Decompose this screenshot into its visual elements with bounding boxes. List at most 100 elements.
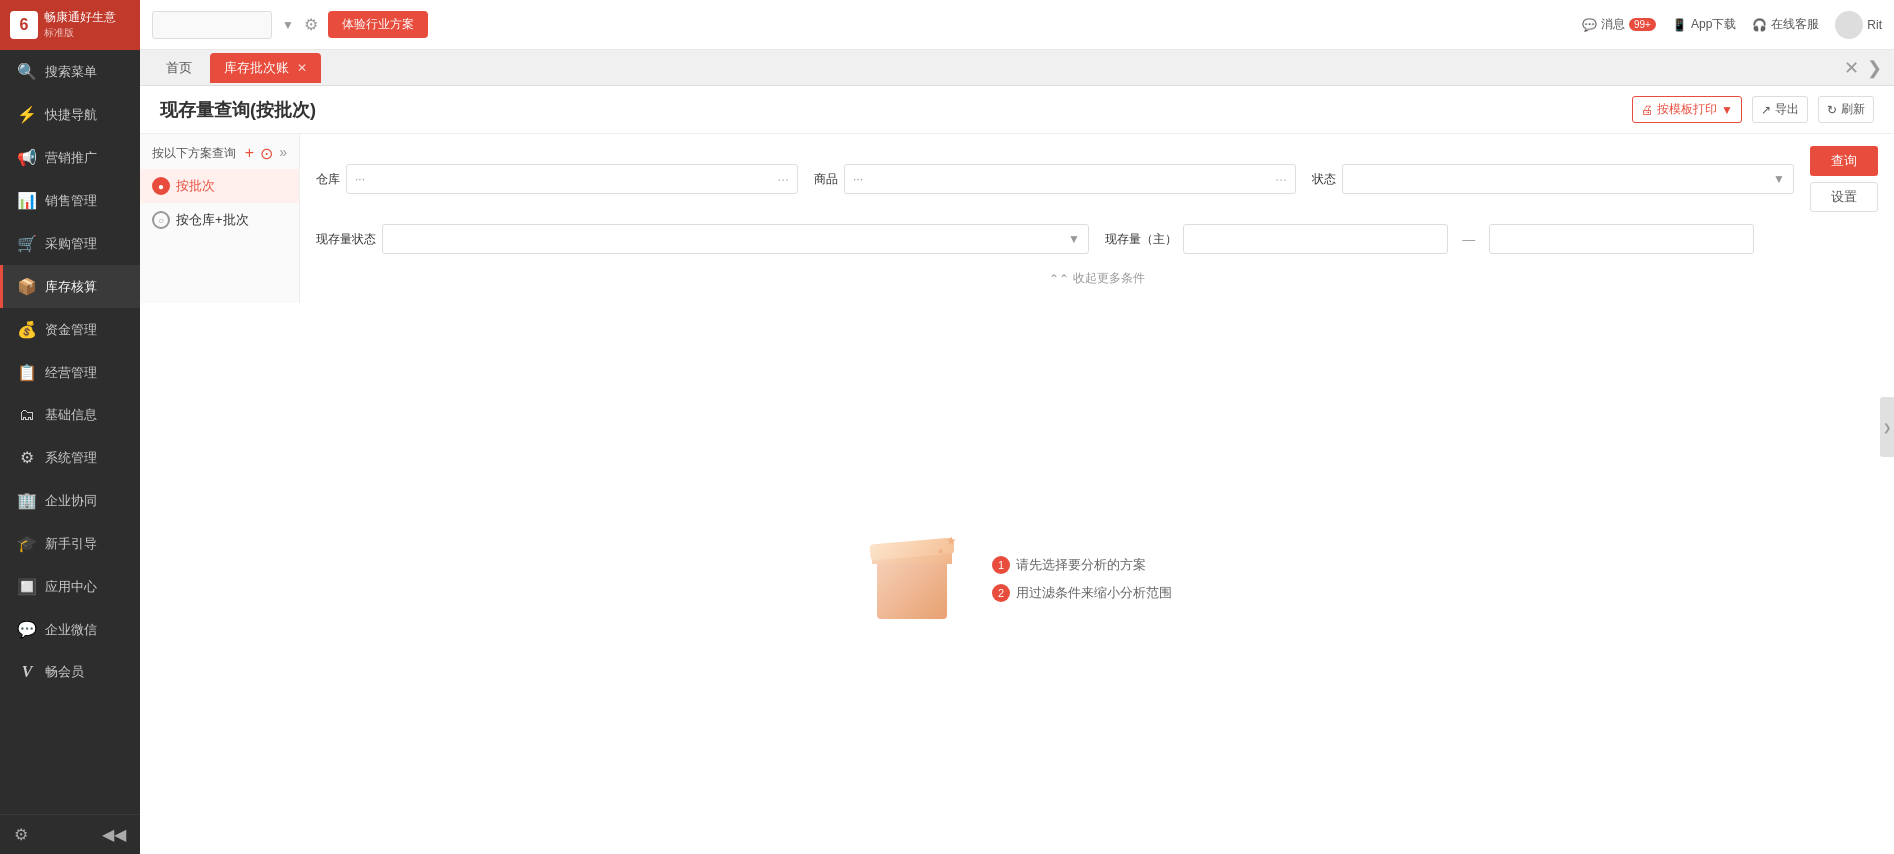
print-template-label: 按模板打印 <box>1657 101 1717 118</box>
message-label: 消息 <box>1601 16 1625 33</box>
headset-icon: 🎧 <box>1752 18 1767 32</box>
collapse-more-button[interactable]: ⌃⌃ 收起更多条件 <box>316 266 1878 291</box>
collapse-plan-icon[interactable]: » <box>279 144 287 163</box>
sidebar-item-operations[interactable]: 📋 经营管理 <box>0 351 140 394</box>
sidebar-item-wechat[interactable]: 💬 企业微信 <box>0 608 140 651</box>
sidebar-label-wechat: 企业微信 <box>45 621 97 639</box>
goods-label: 商品 <box>814 171 838 188</box>
tab-inventory-batch-label: 库存批次账 <box>224 59 289 77</box>
filter-settings-button[interactable]: 设置 <box>1810 182 1878 212</box>
export-label: 导出 <box>1775 101 1799 118</box>
topbar-settings-icon[interactable]: ⚙ <box>304 15 318 34</box>
tab-home[interactable]: 首页 <box>152 53 206 83</box>
warehouse-input[interactable]: ··· ··· <box>346 164 798 194</box>
basics-icon: 🗂 <box>17 406 37 424</box>
filter-sidebar-icons: + ⊙ » <box>245 144 287 163</box>
inventory-main-from[interactable] <box>1183 224 1448 254</box>
message-button[interactable]: 💬 消息 99+ <box>1582 16 1656 33</box>
experience-button[interactable]: 体验行业方案 <box>328 11 428 38</box>
sidebar-item-marketing[interactable]: 📢 营销推广 <box>0 136 140 179</box>
plan-batch-label: 按批次 <box>176 177 215 195</box>
user-profile[interactable]: Rit <box>1835 11 1882 39</box>
sidebar-item-inventory[interactable]: 📦 库存核算 <box>0 265 140 308</box>
sidebar-label-basics: 基础信息 <box>45 406 97 424</box>
purchase-icon: 🛒 <box>17 234 37 253</box>
sidebar-item-finance[interactable]: 💰 资金管理 <box>0 308 140 351</box>
sidebar-header: 6 畅康通好生意 标准版 <box>0 0 140 50</box>
filter-actions: 查询 设置 <box>1810 146 1878 212</box>
empty-icon: ★ ★ <box>862 529 962 629</box>
appstore-icon: 🔲 <box>17 577 37 596</box>
topbar-right: 💬 消息 99+ 📱 App下载 🎧 在线客服 Rit <box>1582 11 1882 39</box>
warehouse-more-icon[interactable]: ··· <box>777 171 789 187</box>
sidebar-item-quick-nav[interactable]: ⚡ 快捷导航 <box>0 93 140 136</box>
app-download-button[interactable]: 📱 App下载 <box>1672 16 1736 33</box>
refresh-button[interactable]: ↻ 刷新 <box>1818 96 1874 123</box>
sidebar-item-member[interactable]: V 畅会员 <box>0 651 140 693</box>
goods-input[interactable]: ··· ··· <box>844 164 1296 194</box>
page-actions: 🖨 按模板打印 ▼ ↗ 导出 ↻ 刷新 <box>1632 96 1874 123</box>
status-select[interactable]: ▼ <box>1342 164 1794 194</box>
operations-icon: 📋 <box>17 363 37 382</box>
message-icon: 💬 <box>1582 18 1597 32</box>
sidebar-label-quick-nav: 快捷导航 <box>45 106 97 124</box>
lightning-icon: ⚡ <box>17 105 37 124</box>
refresh-label: 刷新 <box>1841 101 1865 118</box>
warehouse-field: 仓库 ··· ··· <box>316 164 798 194</box>
inventory-status-select[interactable]: ▼ <box>382 224 1089 254</box>
dropdown-arrow-icon[interactable]: ▼ <box>282 18 294 32</box>
collapse-up-icon: ⌃⌃ <box>1049 272 1069 286</box>
avatar <box>1835 11 1863 39</box>
search-icon: 🔍 <box>17 62 37 81</box>
sidebar-item-system[interactable]: ⚙ 系统管理 <box>0 436 140 479</box>
plan-item-batch[interactable]: ● 按批次 <box>140 169 299 203</box>
sidebar-label-marketing: 营销推广 <box>45 149 97 167</box>
inventory-status-dropdown-icon[interactable]: ▼ <box>1068 232 1080 246</box>
collapse-sidebar-icon[interactable]: ◀◀ <box>102 825 126 844</box>
right-panel-toggle-icon[interactable]: ❯ <box>1867 57 1882 79</box>
filter-sidebar-header: 按以下方案查询 + ⊙ » <box>140 134 299 169</box>
marketing-icon: 📢 <box>17 148 37 167</box>
tab-close-icon[interactable]: ✕ <box>297 61 307 75</box>
inventory-status-label: 现存量状态 <box>316 231 376 248</box>
sidebar-label-purchase: 采购管理 <box>45 235 97 253</box>
empty-step-2-text: 用过滤条件来缩小分析范围 <box>1016 584 1172 602</box>
sidebar-item-basics[interactable]: 🗂 基础信息 <box>0 394 140 436</box>
plan-item-warehouse-batch[interactable]: ○ 按仓库+批次 <box>140 203 299 237</box>
add-plan-icon[interactable]: + <box>245 144 254 163</box>
status-dropdown-icon[interactable]: ▼ <box>1773 172 1785 186</box>
sidebar-item-search[interactable]: 🔍 搜索菜单 <box>0 50 140 93</box>
empty-text: 1 请先选择要分析的方案 2 用过滤条件来缩小分析范围 <box>992 556 1172 602</box>
edition-label: 标准版 <box>44 26 116 40</box>
refresh-icon: ↻ <box>1827 103 1837 117</box>
query-button[interactable]: 查询 <box>1810 146 1878 176</box>
main-area: ▼ ⚙ 体验行业方案 💬 消息 99+ 📱 App下载 🎧 在线客服 Rit <box>140 0 1894 854</box>
sidebar-item-newbie[interactable]: 🎓 新手引导 <box>0 522 140 565</box>
sidebar-item-purchase[interactable]: 🛒 采购管理 <box>0 222 140 265</box>
search-input[interactable] <box>152 11 272 39</box>
export-button[interactable]: ↗ 导出 <box>1752 96 1808 123</box>
tab-inventory-batch[interactable]: 库存批次账 ✕ <box>210 53 321 83</box>
sidebar-item-sales[interactable]: 📊 销售管理 <box>0 179 140 222</box>
settings-plan-icon[interactable]: ⊙ <box>260 144 273 163</box>
plan-warehouse-batch-icon: ○ <box>152 211 170 229</box>
empty-state: ★ ★ 1 请先选择要分析的方案 2 用过滤条件来缩小分析范围 <box>140 303 1894 854</box>
right-edge-toggle[interactable]: ❯ <box>1880 397 1894 457</box>
printer-icon: 🖨 <box>1641 103 1653 117</box>
print-dropdown-icon[interactable]: ▼ <box>1721 103 1733 117</box>
status-field: 状态 ▼ <box>1312 164 1794 194</box>
settings-icon[interactable]: ⚙ <box>14 825 28 844</box>
sidebar-item-appstore[interactable]: 🔲 应用中心 <box>0 565 140 608</box>
goods-placeholder: ··· <box>853 172 863 186</box>
warehouse-label: 仓库 <box>316 171 340 188</box>
online-service-button[interactable]: 🎧 在线客服 <box>1752 16 1819 33</box>
status-label: 状态 <box>1312 171 1336 188</box>
sidebar-item-enterprise[interactable]: 🏢 企业协同 <box>0 479 140 522</box>
close-main-icon[interactable]: ✕ <box>1844 57 1859 79</box>
filter-sidebar: 按以下方案查询 + ⊙ » ● 按批次 ○ 按仓库+批次 <box>140 134 300 303</box>
sidebar-footer: ⚙ ◀◀ <box>0 814 140 854</box>
goods-more-icon[interactable]: ··· <box>1275 171 1287 187</box>
step-2-number: 2 <box>992 584 1010 602</box>
inventory-main-to[interactable] <box>1489 224 1754 254</box>
print-template-button[interactable]: 🖨 按模板打印 ▼ <box>1632 96 1742 123</box>
